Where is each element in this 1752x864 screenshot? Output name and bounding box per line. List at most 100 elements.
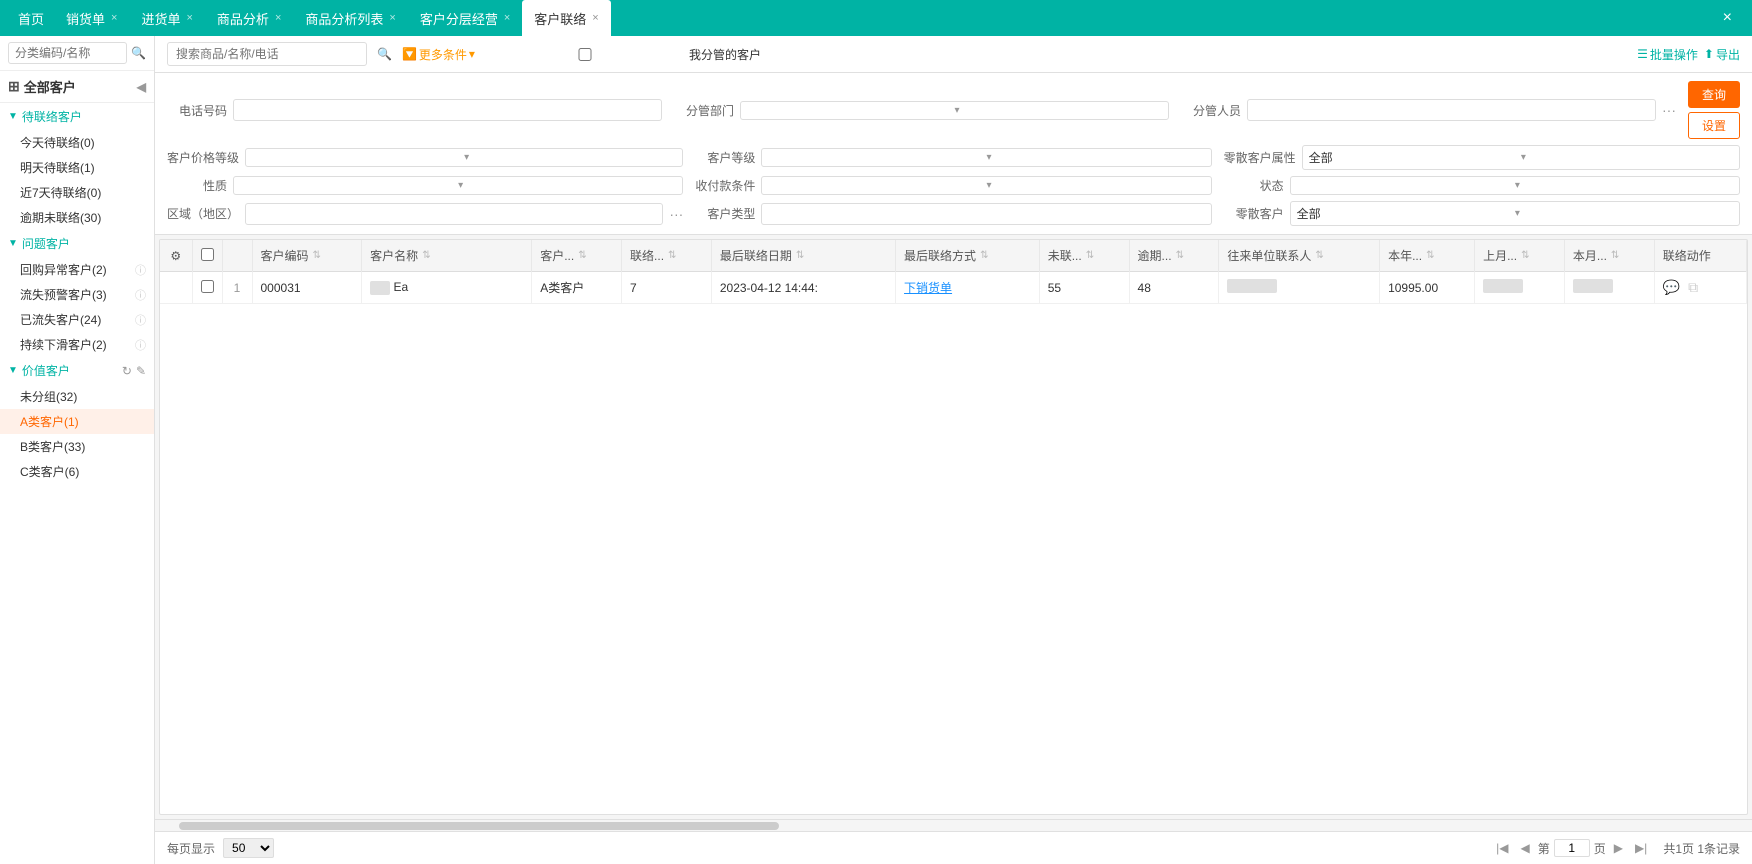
sidebar-collapse-btn[interactable]: ◀ xyxy=(137,80,146,94)
sidebar-item-b-class[interactable]: B类客户(33) xyxy=(0,434,154,459)
sidebar-search-input[interactable] xyxy=(8,42,127,64)
chevron-down-price: ▾ xyxy=(464,152,676,163)
last-method-link[interactable]: 下销货单 xyxy=(904,281,952,295)
filter-search-icon[interactable]: 🔍 xyxy=(377,47,392,61)
nav-product-analysis-list[interactable]: 商品分析列表 × xyxy=(293,0,407,36)
nav-customer-segment[interactable]: 客户分层经营 × xyxy=(408,0,522,36)
settings-btn[interactable]: 设置 xyxy=(1688,112,1740,139)
sidebar-item-churned[interactable]: 已流失客户(24) ⓘ xyxy=(0,307,154,332)
td-this-year: 10995.00 xyxy=(1380,272,1475,304)
sidebar-item-today[interactable]: 今天待联络(0) xyxy=(0,130,154,155)
first-page-btn[interactable]: |◀ xyxy=(1492,840,1512,856)
message-icon[interactable]: 💬 xyxy=(1663,279,1680,296)
search-input[interactable] xyxy=(167,42,367,66)
filter-payment-select[interactable]: ▾ xyxy=(761,176,1211,195)
sort-level[interactable]: ⇅ xyxy=(578,250,586,261)
gear-icon[interactable]: ⚙ xyxy=(170,249,181,263)
nav-product-analysis[interactable]: 商品分析 × xyxy=(205,0,293,36)
last-page-btn[interactable]: ▶| xyxy=(1631,840,1651,856)
edit-icon[interactable]: ✎ xyxy=(136,364,146,378)
my-customers-checkbox-label[interactable]: 我分管的客户 xyxy=(485,46,761,63)
my-customers-checkbox[interactable] xyxy=(485,48,685,61)
sidebar-item-a-class[interactable]: A类客户(1) xyxy=(0,409,154,434)
sort-not-contacted[interactable]: ⇅ xyxy=(1086,250,1094,261)
row-checkbox[interactable] xyxy=(201,280,214,293)
nav-sales-order[interactable]: 销货单 × xyxy=(54,0,129,36)
next-page-btn[interactable]: ▶ xyxy=(1610,840,1627,856)
nav-customer-contact[interactable]: 客户联络 × xyxy=(522,0,610,36)
content-area: 🔍 🔽 更多条件 ▾ 我分管的客户 ☰ 批量操作 ⬆ 导出 xyxy=(155,36,1752,864)
per-page-select[interactable]: 50 100 200 xyxy=(223,838,274,858)
sort-last-method[interactable]: ⇅ xyxy=(980,250,988,261)
sort-this-year[interactable]: ⇅ xyxy=(1426,250,1434,261)
sidebar-group-problem[interactable]: ▼ 问题客户 xyxy=(0,230,154,257)
filter-retail-attr-select[interactable]: 全部 ▾ xyxy=(1302,145,1740,170)
batch-op-btn[interactable]: ☰ 批量操作 xyxy=(1637,46,1698,63)
td-name: Ea xyxy=(362,272,532,304)
sort-unit-contact[interactable]: ⇅ xyxy=(1315,250,1323,261)
th-last-method: 最后联络方式⇅ xyxy=(896,240,1040,272)
horizontal-scrollbar[interactable] xyxy=(155,819,1752,831)
export-btn[interactable]: ⬆ 导出 xyxy=(1704,46,1740,63)
close-customer-contact[interactable]: × xyxy=(592,12,598,24)
sort-contact[interactable]: ⇅ xyxy=(668,250,676,261)
sort-last-month[interactable]: ⇅ xyxy=(1521,250,1529,261)
more-btn-manager[interactable]: ··· xyxy=(1662,102,1676,118)
adv-filter-row-4: 区域（地区） ··· 客户类型 零散客户 全部 ▾ xyxy=(167,201,1740,226)
sidebar-item-churn-warning[interactable]: 流失预警客户(3) ⓘ xyxy=(0,282,154,307)
filter-manager-label: 分管人员 xyxy=(1181,102,1241,119)
filter-phone-input[interactable] xyxy=(233,99,662,121)
filter-price-level-select[interactable]: ▾ xyxy=(245,148,683,167)
filter-customer-type-input[interactable] xyxy=(761,203,1211,225)
sort-overdue[interactable]: ⇅ xyxy=(1176,250,1184,261)
arrow-problem: ▼ xyxy=(8,238,18,249)
sidebar-item-c-class[interactable]: C类客户(6) xyxy=(0,459,154,484)
sidebar-item-declining[interactable]: 持续下滑客户(2) ⓘ xyxy=(0,332,154,357)
sort-code[interactable]: ⇅ xyxy=(313,250,321,261)
all-customers-header[interactable]: ⊞ 全部客户 ◀ xyxy=(0,71,154,103)
close-sales-order[interactable]: × xyxy=(111,12,117,24)
scrollbar-thumb[interactable] xyxy=(179,822,779,830)
page-label: 第 xyxy=(1538,840,1550,857)
table-header-row: ⚙ 客户编码⇅ 客户名称⇅ 客户...⇅ xyxy=(160,240,1747,272)
page-input[interactable] xyxy=(1554,839,1590,857)
more-btn-region[interactable]: ··· xyxy=(669,206,683,222)
window-close-btn[interactable]: × xyxy=(1711,9,1744,27)
filter-dept-select[interactable]: ▾ xyxy=(740,101,1169,120)
filter-nature-select[interactable]: ▾ xyxy=(233,176,683,195)
sidebar-search-icon[interactable]: 🔍 xyxy=(131,46,146,60)
nav-home[interactable]: 首页 xyxy=(8,0,54,36)
prev-page-btn[interactable]: ◀ xyxy=(1516,840,1533,856)
sort-name[interactable]: ⇅ xyxy=(422,250,430,261)
sidebar-item-7days[interactable]: 近7天待联络(0) xyxy=(0,180,154,205)
close-customer-segment[interactable]: × xyxy=(504,12,510,24)
sidebar-item-ungrouped[interactable]: 未分组(32) xyxy=(0,384,154,409)
query-btn[interactable]: 查询 xyxy=(1688,81,1740,108)
filter-customer-level-select[interactable]: ▾ xyxy=(761,148,1211,167)
filter-region-input[interactable] xyxy=(245,203,663,225)
filter-retail-attr: 零散客户属性 全部 ▾ xyxy=(1224,145,1740,170)
sort-this-month[interactable]: ⇅ xyxy=(1611,250,1619,261)
refresh-icon[interactable]: ↻ xyxy=(122,364,132,378)
sidebar-item-tomorrow[interactable]: 明天待联络(1) xyxy=(0,155,154,180)
filter-manager-input[interactable] xyxy=(1247,99,1656,121)
sidebar-group-pending[interactable]: ▼ 待联络客户 xyxy=(0,103,154,130)
close-purchase-order[interactable]: × xyxy=(186,12,192,24)
filter-retail-customer-select[interactable]: 全部 ▾ xyxy=(1290,201,1740,226)
close-product-analysis[interactable]: × xyxy=(275,12,281,24)
sidebar-item-overdue[interactable]: 逾期未联络(30) xyxy=(0,205,154,230)
close-product-analysis-list[interactable]: × xyxy=(389,12,395,24)
arrow-value: ▼ xyxy=(8,365,18,376)
select-all-checkbox[interactable] xyxy=(201,248,214,261)
adv-filter-row-1: 电话号码 分管部门 ▾ 分管人员 ··· 查询 设置 xyxy=(167,81,1740,139)
th-last-month: 上月...⇅ xyxy=(1475,240,1565,272)
sort-last-date[interactable]: ⇅ xyxy=(796,250,804,261)
more-filter-btn[interactable]: 🔽 更多条件 ▾ xyxy=(402,46,475,63)
arrow-pending: ▼ xyxy=(8,111,18,122)
nav-purchase-order[interactable]: 进货单 × xyxy=(129,0,204,36)
th-action: 联络动作 xyxy=(1654,240,1746,272)
qr-icon[interactable]: ⧉ xyxy=(1688,279,1698,296)
filter-customer-level: 客户等级 ▾ xyxy=(695,148,1211,167)
sidebar-item-abnormal[interactable]: 回购异常客户(2) ⓘ xyxy=(0,257,154,282)
filter-status-select[interactable]: ▾ xyxy=(1290,176,1740,195)
